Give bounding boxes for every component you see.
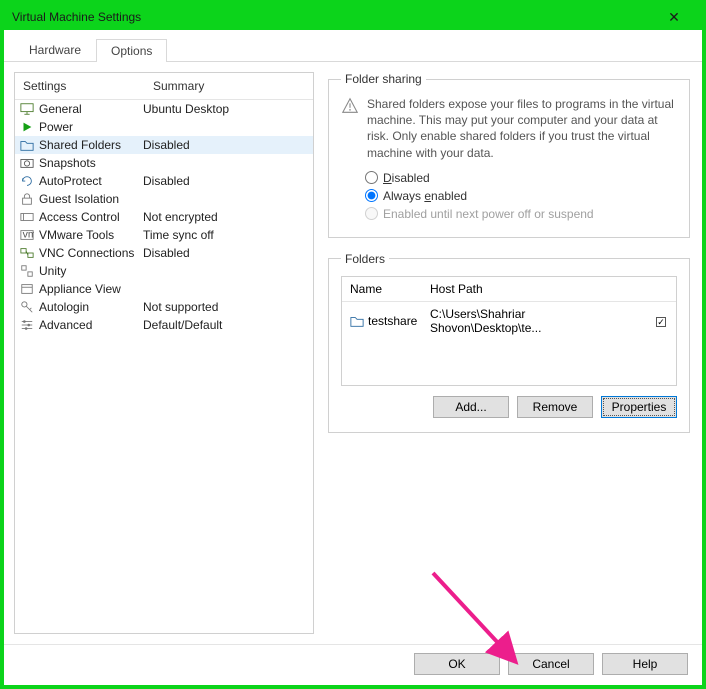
row-name: VMware Tools — [39, 228, 143, 242]
warning-row: Shared folders expose your files to prog… — [341, 96, 677, 161]
radio-group: Disabled Always enabled Enabled until ne… — [341, 167, 677, 223]
camera-icon — [19, 155, 35, 171]
folder-icon — [19, 137, 35, 153]
row-name: Advanced — [39, 318, 143, 332]
row-name: Snapshots — [39, 156, 143, 170]
unity-icon — [19, 263, 35, 279]
tabbar: Hardware Options — [4, 30, 702, 62]
settings-row-guest-isolation[interactable]: Guest Isolation — [15, 190, 313, 208]
window-title: Virtual Machine Settings — [12, 10, 654, 24]
folder-sharing-legend: Folder sharing — [341, 72, 426, 86]
radio-until-input — [365, 207, 378, 220]
radio-until: Enabled until next power off or suspend — [365, 205, 677, 223]
appl-icon — [19, 281, 35, 297]
settings-row-shared-folders[interactable]: Shared FoldersDisabled — [15, 136, 313, 154]
header-settings[interactable]: Settings — [15, 73, 145, 99]
settings-row-power[interactable]: Power — [15, 118, 313, 136]
settings-row-vnc-connections[interactable]: VNC ConnectionsDisabled — [15, 244, 313, 262]
row-summary: Default/Default — [143, 318, 307, 332]
row-name: VNC Connections — [39, 246, 143, 260]
row-summary: Time sync off — [143, 228, 307, 242]
folder-host: C:\Users\Shahriar Shovon\Desktop\te... — [422, 302, 648, 340]
folder-enabled-checkbox[interactable]: ✓ — [648, 309, 676, 333]
warning-text: Shared folders expose your files to prog… — [367, 96, 677, 161]
folders-table: Name Host Path testshareC:\Users\Shahria… — [341, 276, 677, 386]
cancel-button[interactable]: Cancel — [508, 653, 594, 675]
folders-legend: Folders — [341, 252, 389, 266]
radio-always-input[interactable] — [365, 189, 378, 202]
ok-button[interactable]: OK — [414, 653, 500, 675]
row-summary: Ubuntu Desktop — [143, 102, 307, 116]
radio-always[interactable]: Always enabled — [365, 187, 677, 205]
radio-disabled-input[interactable] — [365, 171, 378, 184]
svg-text:vm: vm — [23, 229, 34, 241]
settings-row-appliance-view[interactable]: Appliance View — [15, 280, 313, 298]
row-name: Guest Isolation — [39, 192, 143, 206]
settings-row-snapshots[interactable]: Snapshots — [15, 154, 313, 172]
row-name: Appliance View — [39, 282, 143, 296]
row-name: General — [39, 102, 143, 116]
row-summary: Disabled — [143, 246, 307, 260]
right-pane: Folder sharing Shared folders expose you… — [326, 72, 692, 634]
folders-group: Folders Name Host Path testshareC:\Users… — [328, 252, 690, 433]
titlebar: Virtual Machine Settings ✕ — [4, 4, 702, 30]
warning-icon — [341, 97, 359, 115]
settings-row-autologin[interactable]: AutologinNot supported — [15, 298, 313, 316]
folders-buttons: Add... Remove Properties — [341, 396, 677, 418]
row-name: Shared Folders — [39, 138, 143, 152]
row-name: Autologin — [39, 300, 143, 314]
folder-icon — [350, 314, 364, 328]
properties-button[interactable]: Properties — [601, 396, 677, 418]
row-name: Power — [39, 120, 143, 134]
settings-row-access-control[interactable]: Access ControlNot encrypted — [15, 208, 313, 226]
folder-sharing-group: Folder sharing Shared folders expose you… — [328, 72, 690, 238]
row-summary: Disabled — [143, 174, 307, 188]
vnc-icon — [19, 245, 35, 261]
folder-row[interactable]: testshareC:\Users\Shahriar Shovon\Deskto… — [342, 302, 676, 340]
settings-row-autoprotect[interactable]: AutoProtectDisabled — [15, 172, 313, 190]
list-header: Settings Summary — [15, 73, 313, 100]
folders-body: testshareC:\Users\Shahriar Shovon\Deskto… — [342, 302, 676, 340]
settings-row-advanced[interactable]: AdvancedDefault/Default — [15, 316, 313, 334]
col-host[interactable]: Host Path — [422, 277, 648, 301]
tab-hardware[interactable]: Hardware — [14, 38, 96, 61]
auto-icon — [19, 299, 35, 315]
refresh-icon — [19, 173, 35, 189]
list-body: GeneralUbuntu DesktopPowerShared Folders… — [15, 100, 313, 633]
remove-button[interactable]: Remove — [517, 396, 593, 418]
help-button[interactable]: Help — [602, 653, 688, 675]
row-summary: Not encrypted — [143, 210, 307, 224]
vmw-icon: vm — [19, 227, 35, 243]
row-summary: Not supported — [143, 300, 307, 314]
folder-name: testshare — [342, 309, 422, 333]
monitor-icon — [19, 101, 35, 117]
lock-icon — [19, 191, 35, 207]
content: Settings Summary GeneralUbuntu DesktopPo… — [4, 62, 702, 644]
settings-row-general[interactable]: GeneralUbuntu Desktop — [15, 100, 313, 118]
settings-row-unity[interactable]: Unity — [15, 262, 313, 280]
row-name: Access Control — [39, 210, 143, 224]
row-name: AutoProtect — [39, 174, 143, 188]
tab-options[interactable]: Options — [96, 39, 167, 62]
close-icon[interactable]: ✕ — [654, 9, 694, 26]
adv-icon — [19, 317, 35, 333]
add-button[interactable]: Add... — [433, 396, 509, 418]
row-name: Unity — [39, 264, 143, 278]
settings-row-vmware-tools[interactable]: vm VMware ToolsTime sync off — [15, 226, 313, 244]
header-summary[interactable]: Summary — [145, 73, 313, 99]
row-summary: Disabled — [143, 138, 307, 152]
settings-list: Settings Summary GeneralUbuntu DesktopPo… — [14, 72, 314, 634]
key-icon — [19, 209, 35, 225]
folders-header: Name Host Path — [342, 277, 676, 302]
radio-disabled[interactable]: Disabled — [365, 169, 677, 187]
col-check — [648, 277, 676, 301]
footer: OK Cancel Help — [4, 644, 702, 685]
power-icon — [19, 119, 35, 135]
col-name[interactable]: Name — [342, 277, 422, 301]
